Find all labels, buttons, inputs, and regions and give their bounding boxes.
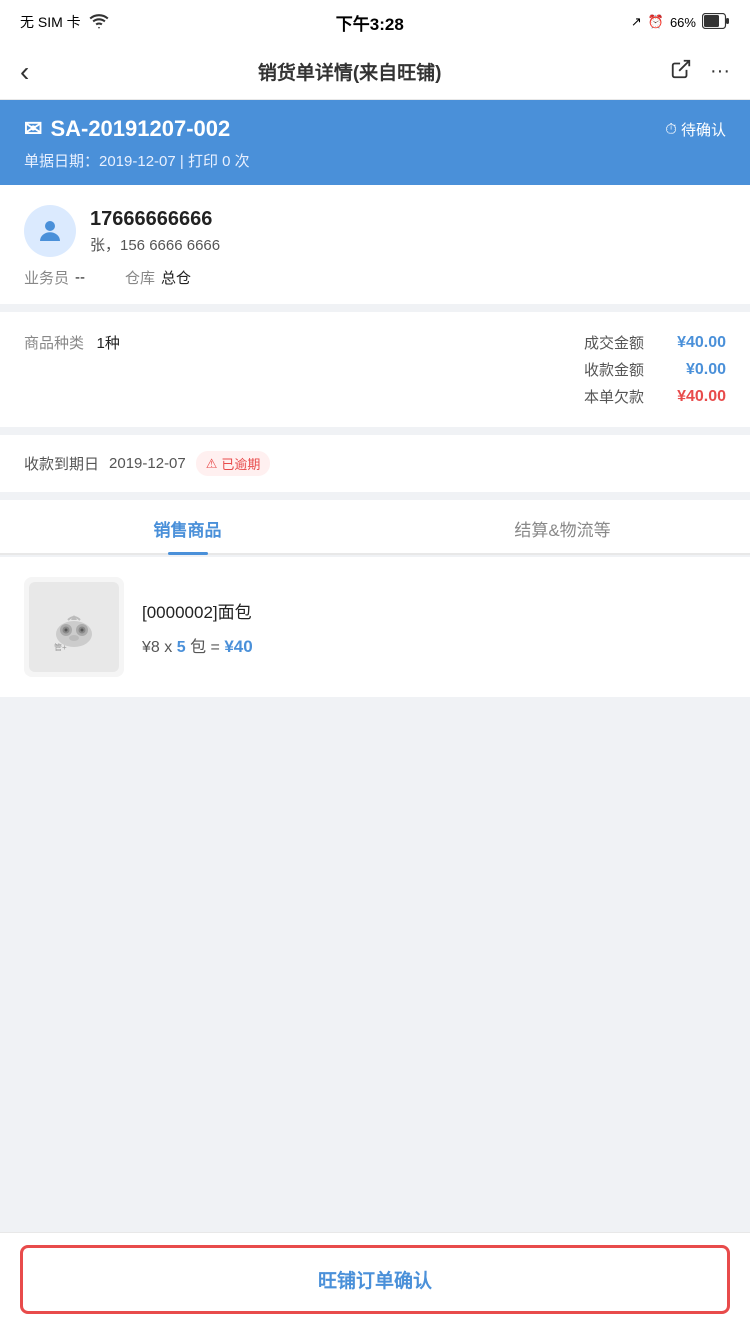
share-icon[interactable] — [670, 58, 692, 86]
amount-label-1: 收款金额 — [584, 359, 644, 380]
alarm-icon: ⏰ — [648, 14, 664, 30]
bottom-bar: 旺铺订单确认 — [0, 1232, 750, 1334]
summary-right: 成交金额 ¥40.00 收款金额 ¥0.00 本单欠款 ¥40.00 — [584, 332, 726, 407]
overdue-badge: ⚠ 已逾期 — [196, 451, 271, 476]
product-item: 管+ [0000002]面包 ¥8 x 5 包 = ¥40 — [24, 577, 726, 677]
clock-icon: ⏱ — [665, 121, 677, 138]
tab-settlement[interactable]: 结算&物流等 — [375, 500, 750, 553]
order-date: 单据日期：2019-12-07 | 打印 0 次 — [24, 150, 726, 171]
status-right: ↗ ⏰ 66% — [631, 13, 730, 32]
order-id-row: ✉ SA-20191207-002 ⏱ 待确认 — [24, 116, 726, 142]
more-icon[interactable]: ··· — [710, 60, 730, 83]
product-name: [0000002]面包 — [142, 598, 726, 623]
warning-icon: ⚠ — [206, 456, 218, 472]
order-header: ✉ SA-20191207-002 ⏱ 待确认 单据日期：2019-12-07 … — [0, 100, 750, 185]
salesperson-field: 业务员 -- — [24, 267, 85, 288]
summary-left: 商品种类 1种 — [24, 332, 120, 353]
equals-sign: = — [211, 639, 225, 656]
salesperson-value: -- — [75, 269, 85, 286]
product-total: ¥40 — [224, 637, 252, 656]
status-left: 无 SIM 卡 — [20, 11, 109, 34]
product-qty: 5 — [177, 639, 186, 656]
product-image: 管+ — [29, 582, 119, 672]
page-title: 销货单详情(来自旺铺) — [258, 58, 442, 85]
amount-row-0: 成交金额 ¥40.00 — [584, 332, 726, 353]
due-label: 收款到期日 — [24, 453, 99, 474]
price-value: ¥8 — [142, 639, 160, 656]
due-date: 2019-12-07 — [109, 455, 186, 472]
empty-space — [0, 697, 750, 897]
warehouse-field: 仓库 总仓 — [125, 267, 191, 288]
amount-label-2: 本单欠款 — [584, 386, 644, 407]
order-id: ✉ SA-20191207-002 — [24, 116, 230, 142]
warehouse-value: 总仓 — [161, 267, 191, 288]
product-price: ¥8 x 5 包 = ¥40 — [142, 633, 726, 657]
svg-text:管+: 管+ — [54, 642, 67, 652]
kind-value: 1种 — [97, 335, 120, 352]
sim-status: 无 SIM 卡 — [20, 12, 81, 32]
amount-value-0: ¥40.00 — [656, 334, 726, 352]
avatar — [24, 205, 76, 257]
warehouse-label: 仓库 — [125, 267, 155, 288]
order-status: ⏱ 待确认 — [665, 119, 726, 140]
product-info: [0000002]面包 ¥8 x 5 包 = ¥40 — [142, 598, 726, 657]
summary-section: 商品种类 1种 成交金额 ¥40.00 收款金额 ¥0.00 本单欠款 ¥40.… — [0, 312, 750, 435]
battery-icon — [702, 13, 730, 32]
customer-info: 17666666666 张，156 6666 6666 — [90, 208, 726, 255]
amount-row-1: 收款金额 ¥0.00 — [584, 359, 726, 380]
customer-row: 17666666666 张，156 6666 6666 — [24, 205, 726, 257]
nav-right-icons: ··· — [670, 58, 730, 86]
tab-sales-products[interactable]: 销售商品 — [0, 500, 375, 553]
back-button[interactable]: ‹ — [20, 56, 29, 88]
amount-value-2: ¥40.00 — [656, 388, 726, 406]
amount-row-2: 本单欠款 ¥40.00 — [584, 386, 726, 407]
nav-bar: ‹ 销货单详情(来自旺铺) ··· — [0, 44, 750, 100]
wifi-icon — [89, 11, 109, 34]
location-icon: ↗ — [631, 14, 642, 30]
order-icon: ✉ — [24, 116, 42, 142]
battery-level: 66% — [670, 15, 696, 30]
customer-name: 张，156 6666 6666 — [90, 234, 726, 255]
tabs-section: 销售商品 结算&物流等 — [0, 500, 750, 555]
customer-phone: 17666666666 — [90, 208, 726, 231]
unit: 包 — [190, 639, 206, 656]
product-thumbnail: 管+ — [24, 577, 124, 677]
product-section: 管+ [0000002]面包 ¥8 x 5 包 = ¥40 — [0, 557, 750, 697]
amount-value-1: ¥0.00 — [656, 361, 726, 379]
status-time: 下午3:28 — [336, 10, 404, 35]
multiply-sign: x — [164, 639, 176, 656]
status-bar: 无 SIM 卡 下午3:28 ↗ ⏰ 66% — [0, 0, 750, 44]
amount-label-0: 成交金额 — [584, 332, 644, 353]
due-section: 收款到期日 2019-12-07 ⚠ 已逾期 — [0, 435, 750, 500]
kind-label: 商品种类 — [24, 335, 84, 352]
salesperson-label: 业务员 — [24, 267, 69, 288]
customer-section: 17666666666 张，156 6666 6666 业务员 -- 仓库 总仓 — [0, 185, 750, 312]
confirm-button[interactable]: 旺铺订单确认 — [20, 1245, 730, 1314]
customer-meta: 业务员 -- 仓库 总仓 — [24, 267, 726, 288]
